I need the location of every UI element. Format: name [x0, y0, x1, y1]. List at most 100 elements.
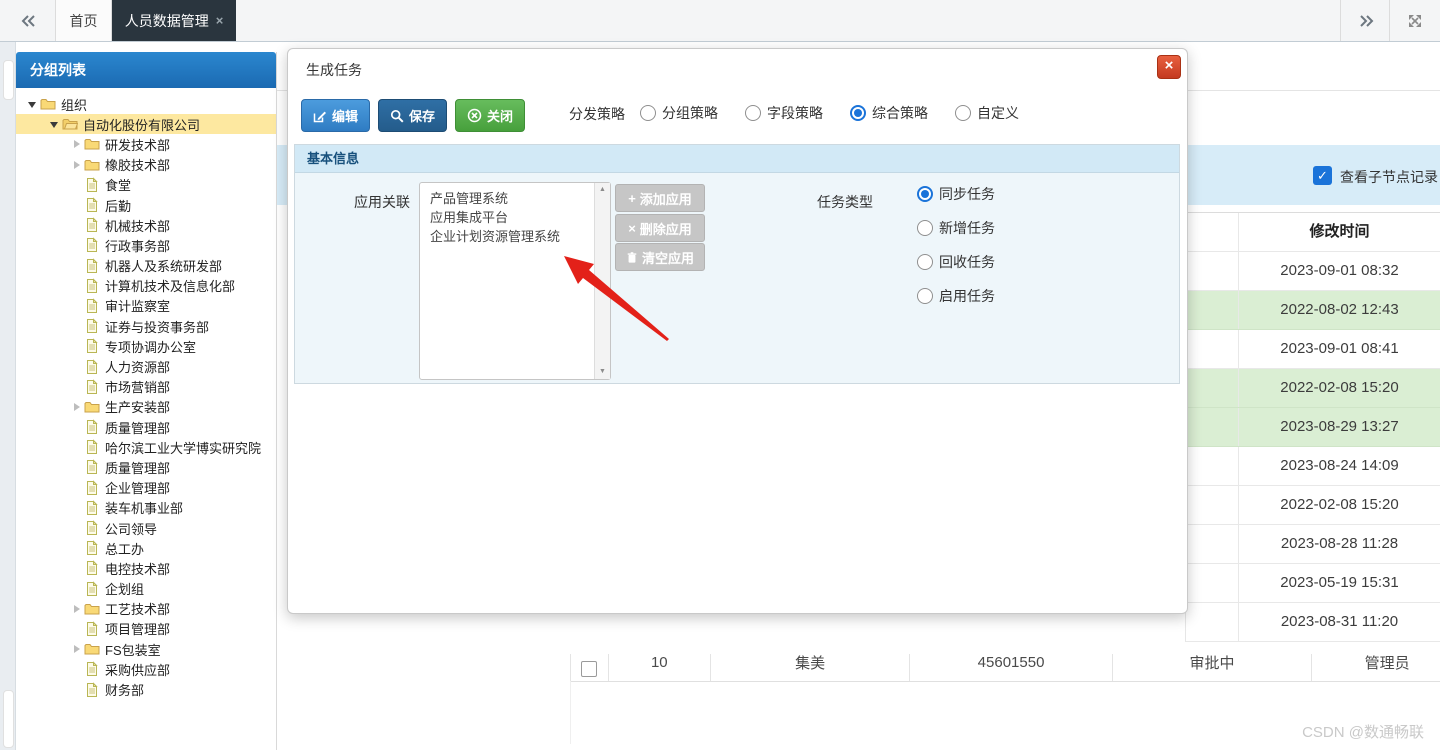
remove-app-button[interactable]: × 删除应用	[615, 214, 705, 242]
tree-item[interactable]: 总工办	[16, 538, 276, 558]
table-row[interactable]: 2023-08-24 14:09	[1186, 447, 1440, 486]
tree-item[interactable]: 企划组	[16, 579, 276, 599]
radio-icon[interactable]	[917, 220, 933, 236]
tree-item[interactable]: 食堂	[16, 175, 276, 195]
view-children-checkbox[interactable]: ✓	[1313, 166, 1332, 185]
tab-personnel-data[interactable]: 人员数据管理 ×	[112, 0, 236, 41]
table-row[interactable]: 2023-09-01 08:32	[1186, 252, 1440, 291]
scroll-down-icon[interactable]: ▼	[595, 365, 610, 379]
table-row[interactable]: 2022-02-08 15:20	[1186, 369, 1440, 408]
collapse-left-icon[interactable]	[0, 0, 56, 41]
expander-icon[interactable]	[68, 601, 84, 617]
tree-item[interactable]: 组织	[16, 94, 276, 114]
app-association-listbox[interactable]: 产品管理系统 应用集成平台 企业计划资源管理系统 ▲ ▼	[419, 182, 611, 380]
radio-icon[interactable]	[917, 186, 933, 202]
expander-icon[interactable]	[68, 399, 84, 415]
task-radio-option[interactable]: 同步任务	[917, 184, 995, 204]
table-row[interactable]: 2023-08-31 11:20	[1186, 603, 1440, 642]
tree-item[interactable]: 机械技术部	[16, 215, 276, 235]
radio-icon[interactable]	[917, 288, 933, 304]
tree-item[interactable]: 生产安装部	[16, 397, 276, 417]
strategy-radio-option[interactable]: 分组策略	[640, 103, 718, 123]
table-cell-spacer	[1186, 447, 1239, 485]
table-row[interactable]: 2023-08-29 13:27	[1186, 408, 1440, 447]
fullscreen-icon[interactable]	[1389, 0, 1440, 41]
tree-item[interactable]: 机器人及系统研发部	[16, 256, 276, 276]
table-row[interactable]: 2022-08-02 12:43	[1186, 291, 1440, 330]
scrollbar-thumb[interactable]	[3, 60, 14, 100]
close-button[interactable]: 关闭	[455, 99, 526, 132]
task-radio-option[interactable]: 启用任务	[917, 286, 995, 306]
tree-item[interactable]: 专项协调办公室	[16, 336, 276, 356]
tree-item[interactable]: 电控技术部	[16, 558, 276, 578]
scroll-up-icon[interactable]: ▲	[595, 183, 610, 197]
tab-close-icon[interactable]: ×	[216, 14, 224, 27]
tree-item[interactable]: 采购供应部	[16, 659, 276, 679]
tree-item[interactable]: FS包装室	[16, 639, 276, 659]
table-row[interactable]: 2023-05-19 15:31	[1186, 564, 1440, 603]
task-radio-option[interactable]: 新增任务	[917, 218, 995, 238]
table-header-row: 修改时间	[1186, 213, 1440, 252]
tree-item[interactable]: 自动化股份有限公司	[16, 114, 276, 135]
clear-app-button[interactable]: 清空应用	[615, 243, 705, 271]
expander-icon[interactable]	[68, 641, 84, 657]
scrollbar-thumb[interactable]	[3, 690, 14, 748]
doc-icon	[84, 540, 101, 556]
listbox-scrollbar[interactable]: ▲ ▼	[594, 183, 610, 379]
tree-item[interactable]: 装车机事业部	[16, 498, 276, 518]
radio-icon[interactable]	[955, 105, 971, 121]
tree-item[interactable]: 行政事务部	[16, 235, 276, 255]
expander-icon[interactable]	[24, 96, 40, 112]
group-list-panel: 分组列表 组织 自动化股份有限公司 研发技术部 橡胶技术部 食堂 后勤 机械技术部 行政事务部…	[16, 52, 277, 750]
radio-icon[interactable]	[917, 254, 933, 270]
clipped-table-row[interactable]: 10 集美 45601550 审批中 管理员	[570, 654, 1440, 682]
tree-item[interactable]: 财务部	[16, 679, 276, 699]
strategy-radio-option[interactable]: 自定义	[955, 103, 1019, 123]
distribution-strategy-label: 分发策略	[569, 106, 625, 122]
dialog-close-icon[interactable]: ×	[1157, 55, 1181, 79]
tree-item[interactable]: 工艺技术部	[16, 599, 276, 619]
radio-icon[interactable]	[745, 105, 761, 121]
tree-item[interactable]: 市场营销部	[16, 377, 276, 397]
expander-icon[interactable]	[68, 157, 84, 173]
expander-slot	[68, 237, 84, 253]
row-checkbox-cell[interactable]	[570, 654, 609, 681]
tree-item[interactable]: 哈尔滨工业大学博实研究院	[16, 437, 276, 457]
add-app-button[interactable]: + 添加应用	[615, 184, 705, 212]
tree-item[interactable]: 企业管理部	[16, 478, 276, 498]
tree-item[interactable]: 质量管理部	[16, 417, 276, 437]
task-radio-option[interactable]: 回收任务	[917, 252, 995, 272]
tree-item[interactable]: 计算机技术及信息化部	[16, 276, 276, 296]
row-checkbox[interactable]	[581, 661, 598, 677]
strategy-radio-option[interactable]: 字段策略	[745, 103, 823, 123]
expander-slot	[68, 661, 84, 677]
tree-item[interactable]: 项目管理部	[16, 619, 276, 639]
table-cell-spacer	[1186, 369, 1239, 407]
listbox-item[interactable]: 企业计划资源管理系统	[430, 227, 594, 246]
org-tree: 组织 自动化股份有限公司 研发技术部 橡胶技术部 食堂 后勤 机械技术部 行政事务部 机器人及系…	[16, 88, 276, 700]
table-row[interactable]: 2023-08-28 11:28	[1186, 525, 1440, 564]
edit-button-label: 编辑	[332, 109, 359, 124]
listbox-item[interactable]: 应用集成平台	[430, 208, 594, 227]
tree-item[interactable]: 后勤	[16, 195, 276, 215]
tree-item[interactable]: 橡胶技术部	[16, 155, 276, 175]
table-row[interactable]: 2022-02-08 15:20	[1186, 486, 1440, 525]
radio-icon[interactable]	[640, 105, 656, 121]
tree-item[interactable]: 审计监察室	[16, 296, 276, 316]
radio-icon[interactable]	[850, 105, 866, 121]
strategy-radio-option[interactable]: 综合策略	[850, 103, 928, 123]
collapse-right-icon[interactable]	[1340, 0, 1390, 41]
table-row[interactable]: 2023-09-01 08:41	[1186, 330, 1440, 369]
listbox-item[interactable]: 产品管理系统	[430, 189, 594, 208]
tab-home[interactable]: 首页	[56, 0, 112, 41]
tree-item[interactable]: 公司领导	[16, 518, 276, 538]
expander-icon[interactable]	[68, 136, 84, 152]
edit-button[interactable]: 编辑	[301, 99, 371, 132]
tree-item[interactable]: 人力资源部	[16, 356, 276, 376]
tree-item[interactable]: 证券与投资事务部	[16, 316, 276, 336]
tree-item[interactable]: 研发技术部	[16, 134, 276, 154]
circle-x-icon	[467, 108, 482, 123]
save-button[interactable]: 保存	[378, 99, 448, 132]
tree-item[interactable]: 质量管理部	[16, 457, 276, 477]
expander-icon[interactable]	[46, 116, 62, 132]
